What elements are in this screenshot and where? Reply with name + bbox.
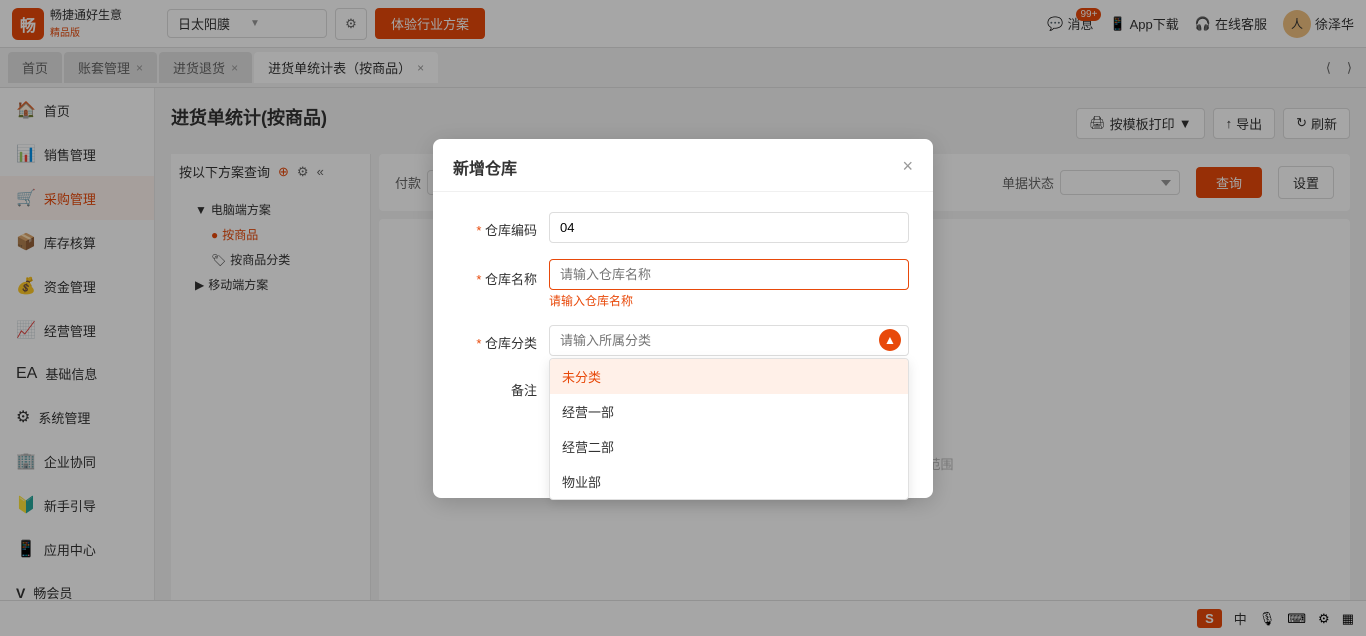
- dialog-body: 仓库编码 仓库名称 请输入仓库名称 仓库分类 ▲: [433, 192, 933, 439]
- dropdown-item-property[interactable]: 物业部: [550, 464, 908, 499]
- name-field-row: 仓库名称 请输入仓库名称: [457, 259, 909, 309]
- category-dropdown: 未分类 经营一部 经营二部 物业部: [549, 358, 909, 500]
- category-label: 仓库分类: [457, 325, 537, 352]
- code-input[interactable]: [549, 212, 909, 243]
- name-input[interactable]: [549, 259, 909, 290]
- dialog-title: 新增仓库: [453, 155, 517, 179]
- dialog-close-icon[interactable]: ×: [902, 156, 913, 177]
- dialog-header: 新增仓库 ×: [433, 139, 933, 192]
- category-input[interactable]: [549, 325, 909, 356]
- code-label: 仓库编码: [457, 212, 537, 239]
- category-select-wrap: ▲ 未分类 经营一部 经营二部 物业部: [549, 325, 909, 356]
- add-warehouse-dialog: 新增仓库 × 仓库编码 仓库名称 请输入仓库名称 仓库分类: [433, 139, 933, 498]
- dropdown-item-uncategorized[interactable]: 未分类: [550, 359, 908, 394]
- modal-overlay[interactable]: 新增仓库 × 仓库编码 仓库名称 请输入仓库名称 仓库分类: [0, 0, 1366, 636]
- category-field-row: 仓库分类 ▲ 未分类 经营一部 经营二部 物业部: [457, 325, 909, 356]
- note-label: 备注: [457, 372, 537, 399]
- category-dropdown-icon[interactable]: ▲: [879, 329, 901, 351]
- name-label: 仓库名称: [457, 261, 537, 288]
- code-field-row: 仓库编码: [457, 212, 909, 243]
- dropdown-item-dept2[interactable]: 经营二部: [550, 429, 908, 464]
- dropdown-item-dept1[interactable]: 经营一部: [550, 394, 908, 429]
- name-error-msg: 请输入仓库名称: [549, 292, 909, 309]
